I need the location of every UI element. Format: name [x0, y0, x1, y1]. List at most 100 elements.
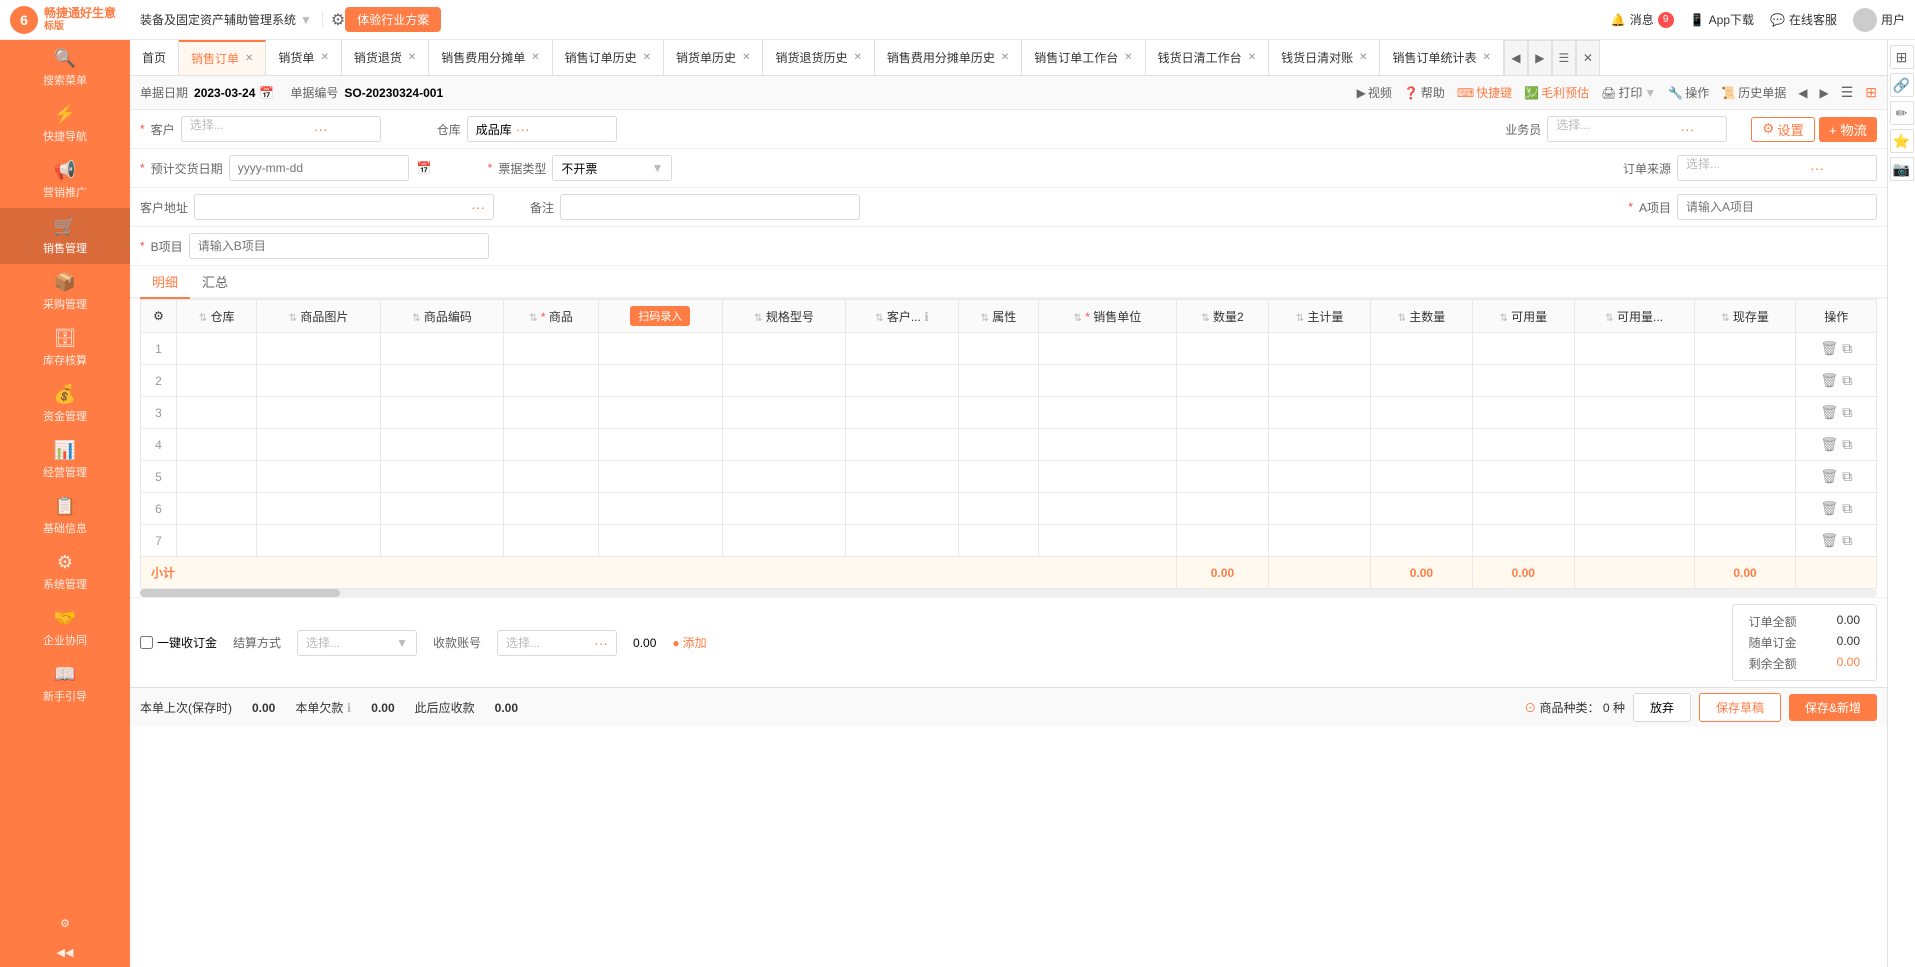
th-attribute[interactable]: ⇅ 属性: [958, 300, 1038, 333]
cell-spec[interactable]: [722, 461, 845, 493]
cell-available-qty[interactable]: [1472, 397, 1574, 429]
cell-customer-code[interactable]: [846, 493, 958, 525]
sidebar-item-sales[interactable]: 🛒 销售管理: [0, 208, 130, 264]
app-download-btn[interactable]: 📱 App下载: [1690, 11, 1754, 28]
tab-close-icon[interactable]: ✕: [1124, 52, 1132, 63]
right-panel-btn-3[interactable]: ✏: [1890, 101, 1914, 125]
add-material-btn[interactable]: + 物流: [1819, 117, 1877, 142]
cell-product-code[interactable]: [380, 525, 503, 557]
system-selector[interactable]: 装备及固定资产辅助管理系统 ▼: [130, 11, 323, 28]
tab-return-history[interactable]: 销货退货历史 ✕: [763, 40, 874, 76]
customer-ellipsis[interactable]: ···: [314, 121, 328, 137]
tab-close-all-btn[interactable]: ✕: [1576, 40, 1600, 76]
sidebar-item-purchase[interactable]: 📦 采购管理: [0, 264, 130, 320]
operate-btn[interactable]: 🔧 操作: [1668, 84, 1709, 101]
cell-stock-qty[interactable]: [1694, 461, 1796, 493]
cell-stock-qty[interactable]: [1694, 397, 1796, 429]
cell-qty2[interactable]: [1176, 429, 1268, 461]
cell-qty2[interactable]: [1176, 461, 1268, 493]
cell-main-qty[interactable]: [1371, 397, 1473, 429]
cell-product[interactable]: [504, 493, 599, 525]
cell-product-code[interactable]: [380, 461, 503, 493]
receipt-ellipsis[interactable]: ···: [594, 635, 608, 651]
cell-available-qty2[interactable]: [1574, 525, 1694, 557]
order-source-ellipsis[interactable]: ···: [1810, 160, 1824, 176]
cell-warehouse[interactable]: [177, 493, 257, 525]
customer-input[interactable]: 选择... ···: [181, 116, 381, 142]
cell-stock-qty[interactable]: [1694, 365, 1796, 397]
cell-scan[interactable]: [598, 493, 722, 525]
tab-workbench[interactable]: 销售订单工作台 ✕: [1022, 40, 1145, 76]
scan-input-btn[interactable]: 扫码录入: [630, 306, 690, 326]
cell-main-qty[interactable]: [1371, 493, 1473, 525]
a-project-input[interactable]: [1677, 194, 1877, 220]
tab-close-icon[interactable]: ✕: [320, 52, 328, 63]
th-qty2[interactable]: ⇅ 数量2: [1176, 300, 1268, 333]
add-btn[interactable]: ● 添加: [672, 634, 706, 651]
th-main-qty[interactable]: ⇅ 主数量: [1371, 300, 1473, 333]
cell-available-qty2[interactable]: [1574, 397, 1694, 429]
th-product-image[interactable]: ⇅ 商品图片: [257, 300, 380, 333]
right-panel-btn-2[interactable]: 🔗: [1890, 73, 1914, 97]
row-delete-btn[interactable]: 🗑: [1818, 498, 1840, 519]
row-delete-btn[interactable]: 🗑: [1818, 466, 1840, 487]
sidebar-item-finance[interactable]: 💰 资金管理: [0, 376, 130, 432]
cell-main-qty[interactable]: [1371, 461, 1473, 493]
invoice-select[interactable]: 不开票 ▼: [552, 155, 672, 181]
warehouse-input[interactable]: 成品库 ···: [467, 116, 617, 142]
cell-sales-unit[interactable]: [1039, 493, 1177, 525]
cell-available-qty2[interactable]: [1574, 429, 1694, 461]
tab-sales-order[interactable]: 销售订单 ✕: [179, 40, 266, 76]
cell-main-unit[interactable]: [1269, 365, 1371, 397]
th-customer-code[interactable]: ⇅ 客户... ℹ: [846, 300, 958, 333]
row-copy-btn[interactable]: ⧉: [1840, 402, 1854, 423]
sidebar-item-marketing[interactable]: 📢 营销推广: [0, 152, 130, 208]
cell-product-code[interactable]: [380, 333, 503, 365]
tab-close-icon[interactable]: ✕: [643, 52, 651, 63]
th-available-qty[interactable]: ⇅ 可用量: [1472, 300, 1574, 333]
cell-product[interactable]: [504, 525, 599, 557]
cell-product-code[interactable]: [380, 397, 503, 429]
cell-customer-code[interactable]: [846, 461, 958, 493]
cell-product[interactable]: [504, 429, 599, 461]
cell-warehouse[interactable]: [177, 397, 257, 429]
cell-scan[interactable]: [598, 333, 722, 365]
row-delete-btn[interactable]: 🗑: [1818, 338, 1840, 359]
sidebar-item-enterprise[interactable]: 🤝 企业协同: [0, 600, 130, 656]
cell-sales-unit[interactable]: [1039, 397, 1177, 429]
right-panel-btn-5[interactable]: 📷: [1890, 157, 1914, 181]
row-copy-btn[interactable]: ⧉: [1840, 370, 1854, 391]
cell-main-unit[interactable]: [1269, 493, 1371, 525]
row-copy-btn[interactable]: ⧉: [1840, 338, 1854, 359]
remark-input[interactable]: [560, 194, 860, 220]
cell-scan[interactable]: [598, 397, 722, 429]
draft-btn[interactable]: 保存草稿: [1699, 693, 1781, 722]
warehouse-ellipsis[interactable]: ···: [516, 121, 530, 137]
cell-main-unit[interactable]: [1269, 429, 1371, 461]
row-copy-btn[interactable]: ⧉: [1840, 466, 1854, 487]
shortcut-btn[interactable]: ⌨ 快捷键: [1457, 84, 1512, 101]
cell-sales-unit[interactable]: [1039, 429, 1177, 461]
row-delete-btn[interactable]: 🗑: [1818, 370, 1840, 391]
cell-product-image[interactable]: [257, 493, 380, 525]
cell-product-code[interactable]: [380, 429, 503, 461]
tab-summary[interactable]: 汇总: [190, 266, 240, 297]
cell-scan[interactable]: [598, 525, 722, 557]
sidebar-item-quick[interactable]: ⚡ 快捷导航: [0, 96, 130, 152]
row-delete-btn[interactable]: 🗑: [1818, 434, 1840, 455]
cell-qty2[interactable]: [1176, 493, 1268, 525]
cell-scan[interactable]: [598, 429, 722, 461]
cell-available-qty[interactable]: [1472, 333, 1574, 365]
sidebar-item-basic[interactable]: 📋 基础信息: [0, 488, 130, 544]
cell-spec[interactable]: [722, 333, 845, 365]
tab-sales-return[interactable]: 销货退货 ✕: [342, 40, 429, 76]
th-main-unit[interactable]: ⇅ 主计量: [1269, 300, 1371, 333]
cell-qty2[interactable]: [1176, 397, 1268, 429]
cell-attribute[interactable]: [958, 525, 1038, 557]
cell-warehouse[interactable]: [177, 429, 257, 461]
cell-warehouse[interactable]: [177, 365, 257, 397]
th-sales-unit[interactable]: ⇅ * 销售单位: [1039, 300, 1177, 333]
cell-customer-code[interactable]: [846, 397, 958, 429]
user-area[interactable]: 用户: [1853, 8, 1905, 32]
cell-product-image[interactable]: [257, 333, 380, 365]
